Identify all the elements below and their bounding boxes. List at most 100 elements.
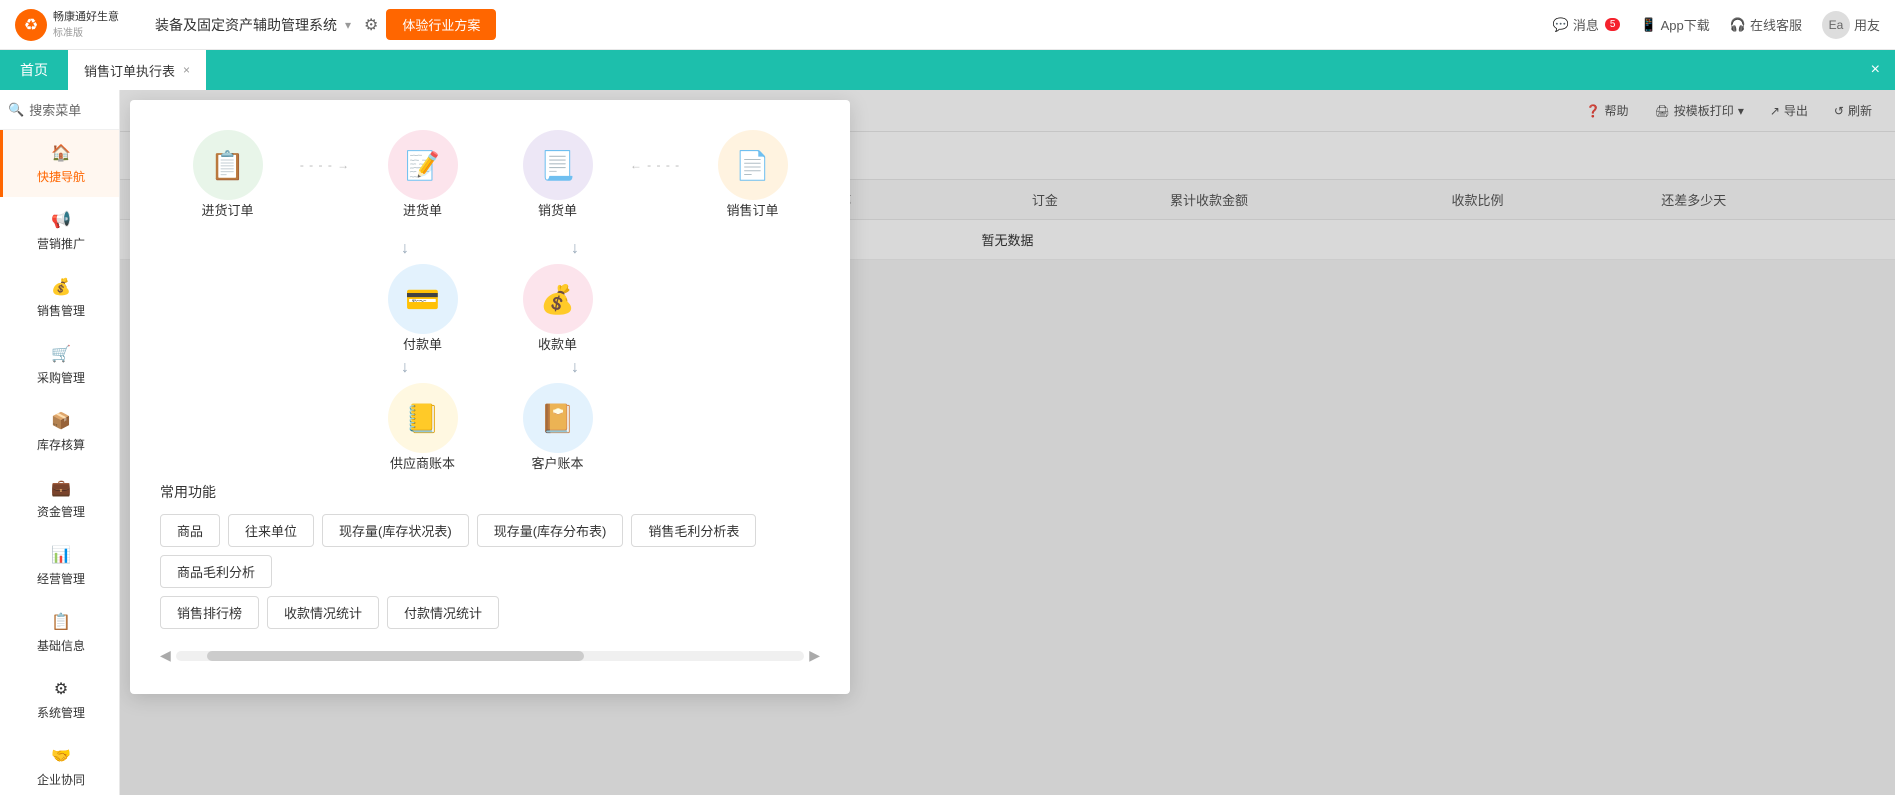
supplier-ledger-label: 供应商账本: [390, 453, 455, 472]
sidebar-item-marketing[interactable]: 📢 营销推广: [0, 197, 119, 264]
down-arrow-purchase: ↓: [401, 241, 409, 257]
common-btn-contacts[interactable]: 往来单位: [228, 514, 314, 547]
online-service-label: 在线客服: [1750, 15, 1802, 34]
tab-close-icon[interactable]: ×: [183, 63, 190, 77]
sales-receipt-label: 销货单: [538, 200, 577, 219]
app-download-label: App下载: [1661, 15, 1710, 34]
flow-receipt[interactable]: 💰 收款单: [490, 264, 625, 353]
sales-receipt-icon: 📃: [540, 149, 575, 182]
sidebar-item-sales[interactable]: 💰 销售管理: [0, 264, 119, 331]
marketing-icon: 📢: [50, 209, 72, 231]
customer-ledger-label: 客户账本: [531, 453, 583, 472]
search-label: 搜索菜单: [29, 100, 81, 119]
user-action[interactable]: Ea 用友: [1822, 11, 1880, 39]
flow-payment[interactable]: 💳 付款单: [355, 264, 490, 353]
common-btn-payment-stats[interactable]: 收款情况统计: [267, 596, 379, 629]
message-icon: 💬: [1553, 17, 1569, 33]
flow-sales-order[interactable]: 📄 销售订单: [685, 130, 820, 219]
search-menu[interactable]: 🔍 搜索菜单: [0, 90, 119, 130]
system-name: 装备及固定资产辅助管理系统: [155, 15, 337, 35]
common-btn-sales-margin[interactable]: 销售毛利分析表: [631, 514, 756, 547]
message-badge: 5: [1605, 18, 1621, 31]
marketing-label: 营销推广: [37, 235, 85, 252]
flow-purchase-receipt[interactable]: 📝 进货单: [355, 130, 490, 219]
app-name: 畅康通好生意: [53, 10, 119, 24]
app-sub: 标准版: [53, 24, 119, 39]
service-icon: 🎧: [1730, 17, 1746, 33]
settings-icon[interactable]: ⚙: [364, 15, 378, 35]
inventory-label: 库存核算: [37, 436, 85, 453]
top-header: ♻ 畅康通好生意 标准版 装备及固定资产辅助管理系统 ▾ ⚙ 体验行业方案 💬 …: [0, 0, 1895, 50]
avatar: Ea: [1822, 11, 1850, 39]
system-title-area: 装备及固定资产辅助管理系统 ▾ ⚙ 体验行业方案: [135, 9, 1553, 40]
sidebar-item-enterprise[interactable]: 🤝 企业协同: [0, 733, 119, 795]
common-btn-inventory-dist[interactable]: 现存量(库存分布表): [477, 514, 624, 547]
inventory-icon: 📦: [50, 410, 72, 432]
down-arrow-sales: ↓: [571, 241, 579, 257]
enterprise-icon: 🤝: [50, 745, 72, 767]
finance-label: 资金管理: [37, 503, 85, 520]
purchase-receipt-label: 进货单: [403, 200, 442, 219]
phone-icon: 📱: [1640, 17, 1656, 33]
base-info-icon: 📋: [50, 611, 72, 633]
purchase-order-icon: 📋: [210, 149, 245, 182]
purchase-label: 采购管理: [37, 369, 85, 386]
common-btn-product-margin[interactable]: 商品毛利分析: [160, 555, 272, 588]
popup-overlay: 📋 进货订单 - - - - → 📝: [120, 90, 1895, 795]
flow-section: 📋 进货订单 - - - - → 📝: [160, 130, 820, 472]
message-action[interactable]: 💬 消息 5: [1553, 15, 1621, 34]
system-dropdown-icon[interactable]: ▾: [345, 18, 351, 32]
sidebar-item-purchase[interactable]: 🛒 采购管理: [0, 331, 119, 398]
flow-supplier-ledger[interactable]: 📒 供应商账本: [355, 383, 490, 472]
purchase-order-label: 进货订单: [201, 200, 253, 219]
customer-ledger-icon: 📔: [540, 402, 575, 435]
user-name: 用友: [1854, 15, 1880, 34]
sidebar: 🔍 搜索菜单 🏠 快捷导航 📢 营销推广 💰 销售管理 🛒 采购管理 📦 库存核…: [0, 90, 120, 795]
sales-order-icon: 📄: [735, 149, 770, 182]
sidebar-item-system[interactable]: ⚙ 系统管理: [0, 666, 119, 733]
tab-sales-order[interactable]: 销售订单执行表 ×: [68, 50, 206, 90]
window-close-icon[interactable]: ×: [1871, 61, 1880, 79]
down-arrow-receipt: ↓: [571, 360, 579, 376]
purchase-icon: 🛒: [50, 343, 72, 365]
online-service-action[interactable]: 🎧 在线客服: [1730, 15, 1802, 34]
sales-icon: 💰: [50, 276, 72, 298]
sidebar-item-quick-nav[interactable]: 🏠 快捷导航: [0, 130, 119, 197]
payment-label: 付款单: [403, 334, 442, 353]
quick-nav-icon: 🏠: [50, 142, 72, 164]
receipt-icon: 💰: [540, 283, 575, 316]
sidebar-item-inventory[interactable]: 📦 库存核算: [0, 398, 119, 465]
trial-button[interactable]: 体验行业方案: [386, 9, 496, 40]
sidebar-item-base-info[interactable]: 📋 基础信息: [0, 599, 119, 666]
sidebar-item-finance[interactable]: 💼 资金管理: [0, 465, 119, 532]
enterprise-label: 企业协同: [37, 771, 85, 788]
down-arrow-payment: ↓: [401, 360, 409, 376]
common-btn-inventory-status[interactable]: 现存量(库存状况表): [322, 514, 469, 547]
operations-label: 经营管理: [37, 570, 85, 587]
scroll-left-arrow[interactable]: ◀: [160, 647, 171, 664]
common-title: 常用功能: [160, 482, 820, 502]
receipt-label: 收款单: [538, 334, 577, 353]
search-icon: 🔍: [8, 102, 24, 118]
scroll-area: ◀ ▶: [160, 647, 820, 664]
base-info-label: 基础信息: [37, 637, 85, 654]
app-download-action[interactable]: 📱 App下载: [1640, 15, 1709, 34]
tab-label: 销售订单执行表: [84, 61, 175, 80]
scroll-right-arrow[interactable]: ▶: [809, 647, 820, 664]
common-btn-payment-detail[interactable]: 付款情况统计: [387, 596, 499, 629]
message-label: 消息: [1573, 15, 1599, 34]
sales-order-label: 销售订单: [726, 200, 778, 219]
sidebar-item-operations[interactable]: 📊 经营管理: [0, 532, 119, 599]
operations-icon: 📊: [50, 544, 72, 566]
supplier-ledger-icon: 📒: [405, 402, 440, 435]
flow-customer-ledger[interactable]: 📔 客户账本: [490, 383, 625, 472]
common-buttons: 商品 往来单位 现存量(库存状况表) 现存量(库存分布表) 销售毛利分析表 商品…: [160, 514, 820, 588]
system-icon: ⚙: [50, 678, 72, 700]
flow-sales-receipt[interactable]: 📃 销货单: [490, 130, 625, 219]
quick-nav-label: 快捷导航: [37, 168, 85, 185]
scroll-thumb: [207, 651, 584, 661]
tab-home[interactable]: 首页: [0, 50, 68, 90]
flow-purchase-order[interactable]: 📋 进货订单: [160, 130, 295, 219]
common-btn-product[interactable]: 商品: [160, 514, 220, 547]
common-btn-sales-rank[interactable]: 销售排行榜: [160, 596, 259, 629]
